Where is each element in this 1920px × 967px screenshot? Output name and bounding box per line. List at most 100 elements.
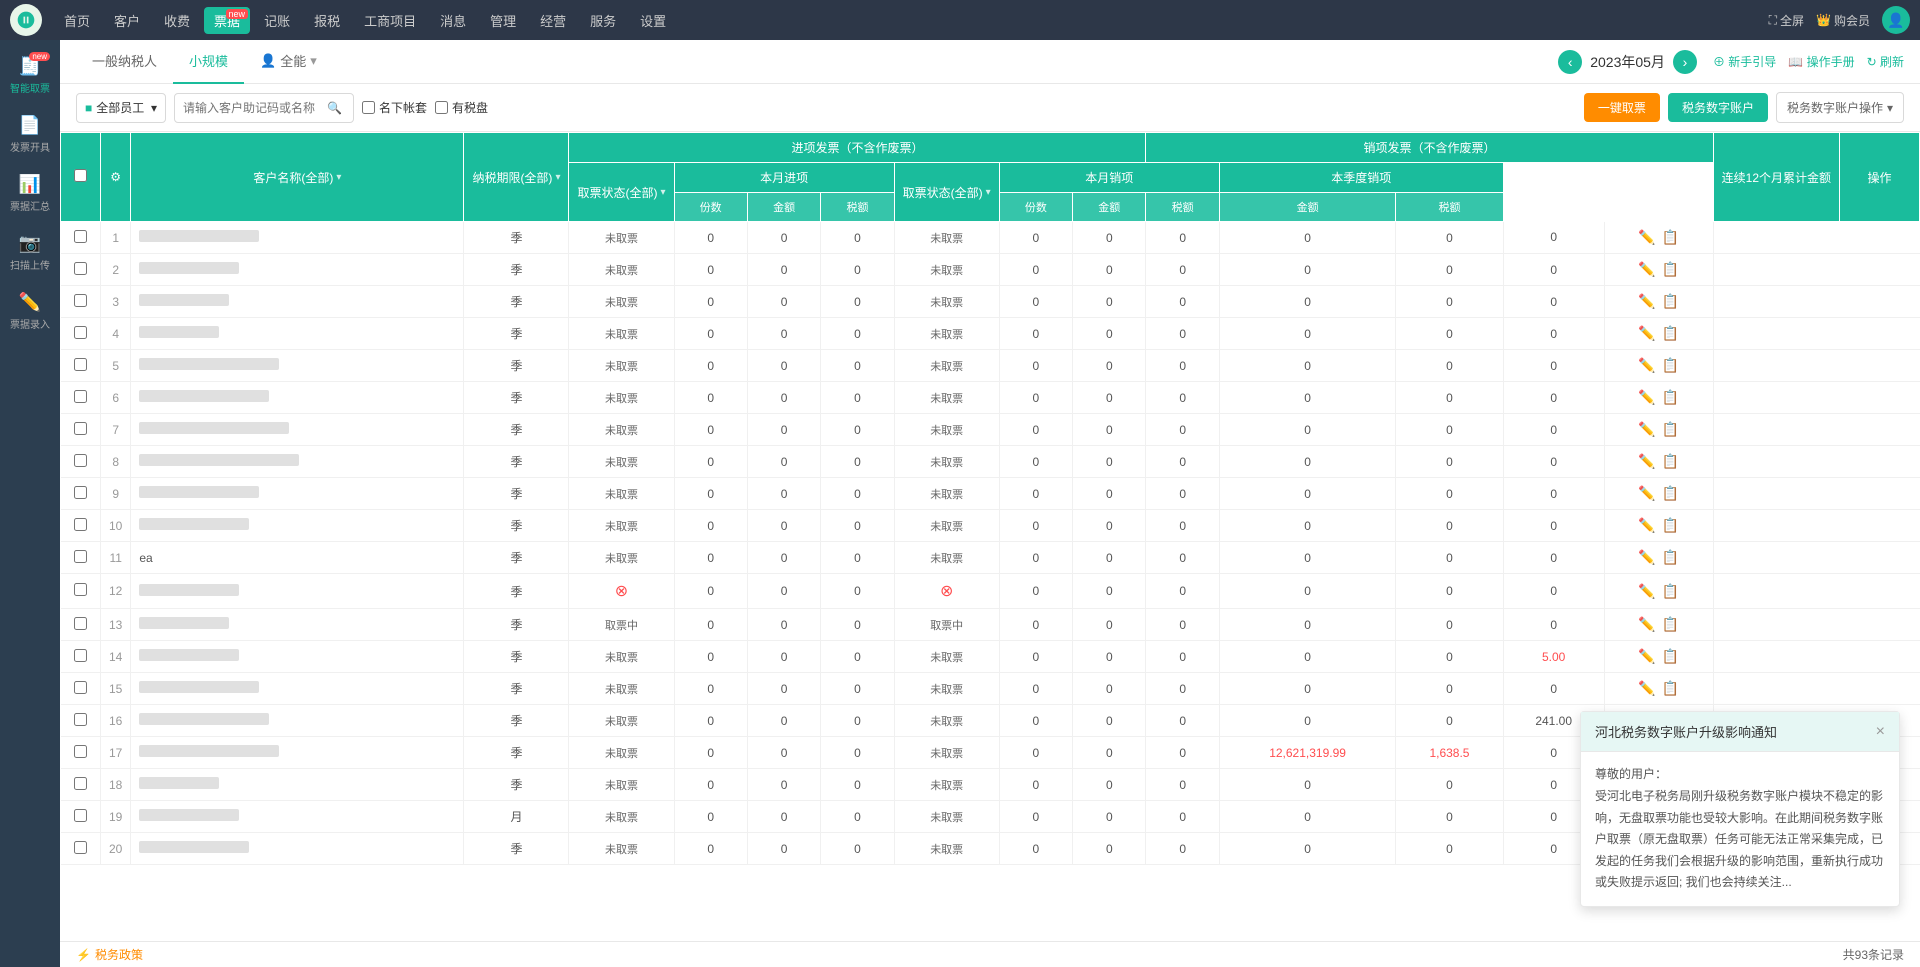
row-checkbox-cell[interactable] bbox=[61, 833, 101, 865]
row-checkbox-cell[interactable] bbox=[61, 318, 101, 350]
copy-icon[interactable]: 📋 bbox=[1662, 485, 1679, 502]
nav-invoice[interactable]: 票据 new bbox=[204, 7, 250, 34]
tab-small-scale[interactable]: 小规模 bbox=[173, 40, 244, 84]
row-checkbox-cell[interactable] bbox=[61, 414, 101, 446]
prev-month-btn[interactable]: ‹ bbox=[1558, 50, 1582, 74]
row-checkbox[interactable] bbox=[74, 422, 87, 435]
row-checkbox[interactable] bbox=[74, 230, 87, 243]
nav-operation[interactable]: 经营 bbox=[530, 7, 576, 34]
row-checkbox[interactable] bbox=[74, 486, 87, 499]
manual-btn[interactable]: 📖 操作手册 bbox=[1788, 53, 1854, 70]
edit-icon[interactable]: ✏️ bbox=[1638, 648, 1655, 665]
row-checkbox[interactable] bbox=[74, 390, 87, 403]
row-checkbox-cell[interactable] bbox=[61, 382, 101, 414]
row-checkbox[interactable] bbox=[74, 326, 87, 339]
edit-icon[interactable]: ✏️ bbox=[1638, 485, 1655, 502]
row-checkbox[interactable] bbox=[74, 454, 87, 467]
row-checkbox[interactable] bbox=[74, 681, 87, 694]
copy-icon[interactable]: 📋 bbox=[1662, 648, 1679, 665]
tab-general-taxpayer[interactable]: 一般纳税人 bbox=[76, 40, 173, 84]
copy-icon[interactable]: 📋 bbox=[1662, 293, 1679, 310]
has-taxdisk-check[interactable] bbox=[435, 101, 448, 114]
copy-icon[interactable]: 📋 bbox=[1662, 583, 1679, 600]
sidebar-item-summary[interactable]: 📊 票据汇总 bbox=[4, 166, 56, 221]
nav-client[interactable]: 客户 bbox=[104, 7, 150, 34]
row-checkbox[interactable] bbox=[74, 777, 87, 790]
edit-icon[interactable]: ✏️ bbox=[1638, 357, 1655, 374]
one-click-btn[interactable]: 一键取票 bbox=[1584, 93, 1660, 122]
nav-manage[interactable]: 管理 bbox=[480, 7, 526, 34]
has-taxdisk-checkbox[interactable]: 有税盘 bbox=[435, 99, 488, 116]
edit-icon[interactable]: ✏️ bbox=[1638, 517, 1655, 534]
row-checkbox[interactable] bbox=[74, 649, 87, 662]
under-account-checkbox[interactable]: 名下帐套 bbox=[362, 99, 427, 116]
edit-icon[interactable]: ✏️ bbox=[1638, 293, 1655, 310]
row-checkbox[interactable] bbox=[74, 713, 87, 726]
next-month-btn[interactable]: › bbox=[1673, 50, 1697, 74]
sidebar-item-scan[interactable]: 📷 扫描上传 bbox=[4, 225, 56, 280]
row-checkbox[interactable] bbox=[74, 518, 87, 531]
notification-close-btn[interactable]: × bbox=[1876, 723, 1885, 741]
row-checkbox-cell[interactable] bbox=[61, 350, 101, 382]
row-checkbox-cell[interactable] bbox=[61, 801, 101, 833]
sidebar-item-record[interactable]: ✏️ 票据录入 bbox=[4, 284, 56, 339]
nav-service[interactable]: 服务 bbox=[580, 7, 626, 34]
tax-policy-link[interactable]: ⚡ 税务政策 bbox=[76, 946, 143, 963]
edit-icon[interactable]: ✏️ bbox=[1638, 421, 1655, 438]
copy-icon[interactable]: 📋 bbox=[1662, 261, 1679, 278]
search-box[interactable]: 🔍 bbox=[174, 93, 354, 123]
copy-icon[interactable]: 📋 bbox=[1662, 549, 1679, 566]
nav-settings[interactable]: 设置 bbox=[630, 7, 676, 34]
copy-icon[interactable]: 📋 bbox=[1662, 389, 1679, 406]
row-checkbox[interactable] bbox=[74, 745, 87, 758]
sidebar-item-open-invoice[interactable]: 📄 发票开具 bbox=[4, 107, 56, 162]
row-checkbox-cell[interactable] bbox=[61, 574, 101, 609]
row-checkbox[interactable] bbox=[74, 294, 87, 307]
row-checkbox-cell[interactable] bbox=[61, 286, 101, 318]
row-checkbox-cell[interactable] bbox=[61, 542, 101, 574]
copy-icon[interactable]: 📋 bbox=[1662, 453, 1679, 470]
row-checkbox-cell[interactable] bbox=[61, 510, 101, 542]
row-checkbox-cell[interactable] bbox=[61, 673, 101, 705]
copy-icon[interactable]: 📋 bbox=[1662, 357, 1679, 374]
tax-digital-account-btn[interactable]: 税务数字账户 bbox=[1668, 93, 1768, 122]
copy-icon[interactable]: 📋 bbox=[1662, 421, 1679, 438]
row-checkbox-cell[interactable] bbox=[61, 641, 101, 673]
copy-icon[interactable]: 📋 bbox=[1662, 680, 1679, 697]
settings-icon[interactable]: ⚙ bbox=[110, 170, 121, 184]
row-checkbox[interactable] bbox=[74, 358, 87, 371]
row-checkbox[interactable] bbox=[74, 809, 87, 822]
row-checkbox-cell[interactable] bbox=[61, 769, 101, 801]
edit-icon[interactable]: ✏️ bbox=[1638, 680, 1655, 697]
edit-icon[interactable]: ✏️ bbox=[1638, 325, 1655, 342]
copy-icon[interactable]: 📋 bbox=[1662, 325, 1679, 342]
edit-icon[interactable]: ✏️ bbox=[1638, 261, 1655, 278]
refresh-btn[interactable]: ↻ 刷新 bbox=[1867, 53, 1904, 70]
tab-all-capable[interactable]: 👤 全能 ▾ bbox=[244, 40, 333, 84]
edit-icon[interactable]: ✏️ bbox=[1638, 389, 1655, 406]
copy-icon[interactable]: 📋 bbox=[1662, 229, 1679, 246]
row-checkbox[interactable] bbox=[74, 262, 87, 275]
sidebar-item-smart-ticket[interactable]: 🧾 智能取票 new bbox=[4, 48, 56, 103]
edit-icon[interactable]: ✏️ bbox=[1638, 549, 1655, 566]
row-checkbox-cell[interactable] bbox=[61, 609, 101, 641]
nav-fee[interactable]: 收费 bbox=[154, 7, 200, 34]
new-guide-btn[interactable]: ⊕ 新手引导 bbox=[1713, 53, 1776, 70]
copy-icon[interactable]: 📋 bbox=[1662, 517, 1679, 534]
row-checkbox[interactable] bbox=[74, 617, 87, 630]
row-checkbox-cell[interactable] bbox=[61, 254, 101, 286]
row-checkbox-cell[interactable] bbox=[61, 222, 101, 254]
edit-icon[interactable]: ✏️ bbox=[1638, 229, 1655, 246]
edit-icon[interactable]: ✏️ bbox=[1638, 616, 1655, 633]
edit-icon[interactable]: ✏️ bbox=[1638, 453, 1655, 470]
employee-select[interactable]: ■ 全部员工 ▾ bbox=[76, 93, 166, 123]
row-checkbox[interactable] bbox=[74, 550, 87, 563]
nav-tax[interactable]: 报税 bbox=[304, 7, 350, 34]
member-btn[interactable]: 👑 购会员 bbox=[1816, 12, 1870, 29]
tax-digital-ops-btn[interactable]: 税务数字账户操作 ▾ bbox=[1776, 92, 1904, 123]
edit-icon[interactable]: ✏️ bbox=[1638, 583, 1655, 600]
search-input[interactable] bbox=[183, 101, 323, 115]
copy-icon[interactable]: 📋 bbox=[1662, 616, 1679, 633]
row-checkbox-cell[interactable] bbox=[61, 446, 101, 478]
row-checkbox-cell[interactable] bbox=[61, 737, 101, 769]
